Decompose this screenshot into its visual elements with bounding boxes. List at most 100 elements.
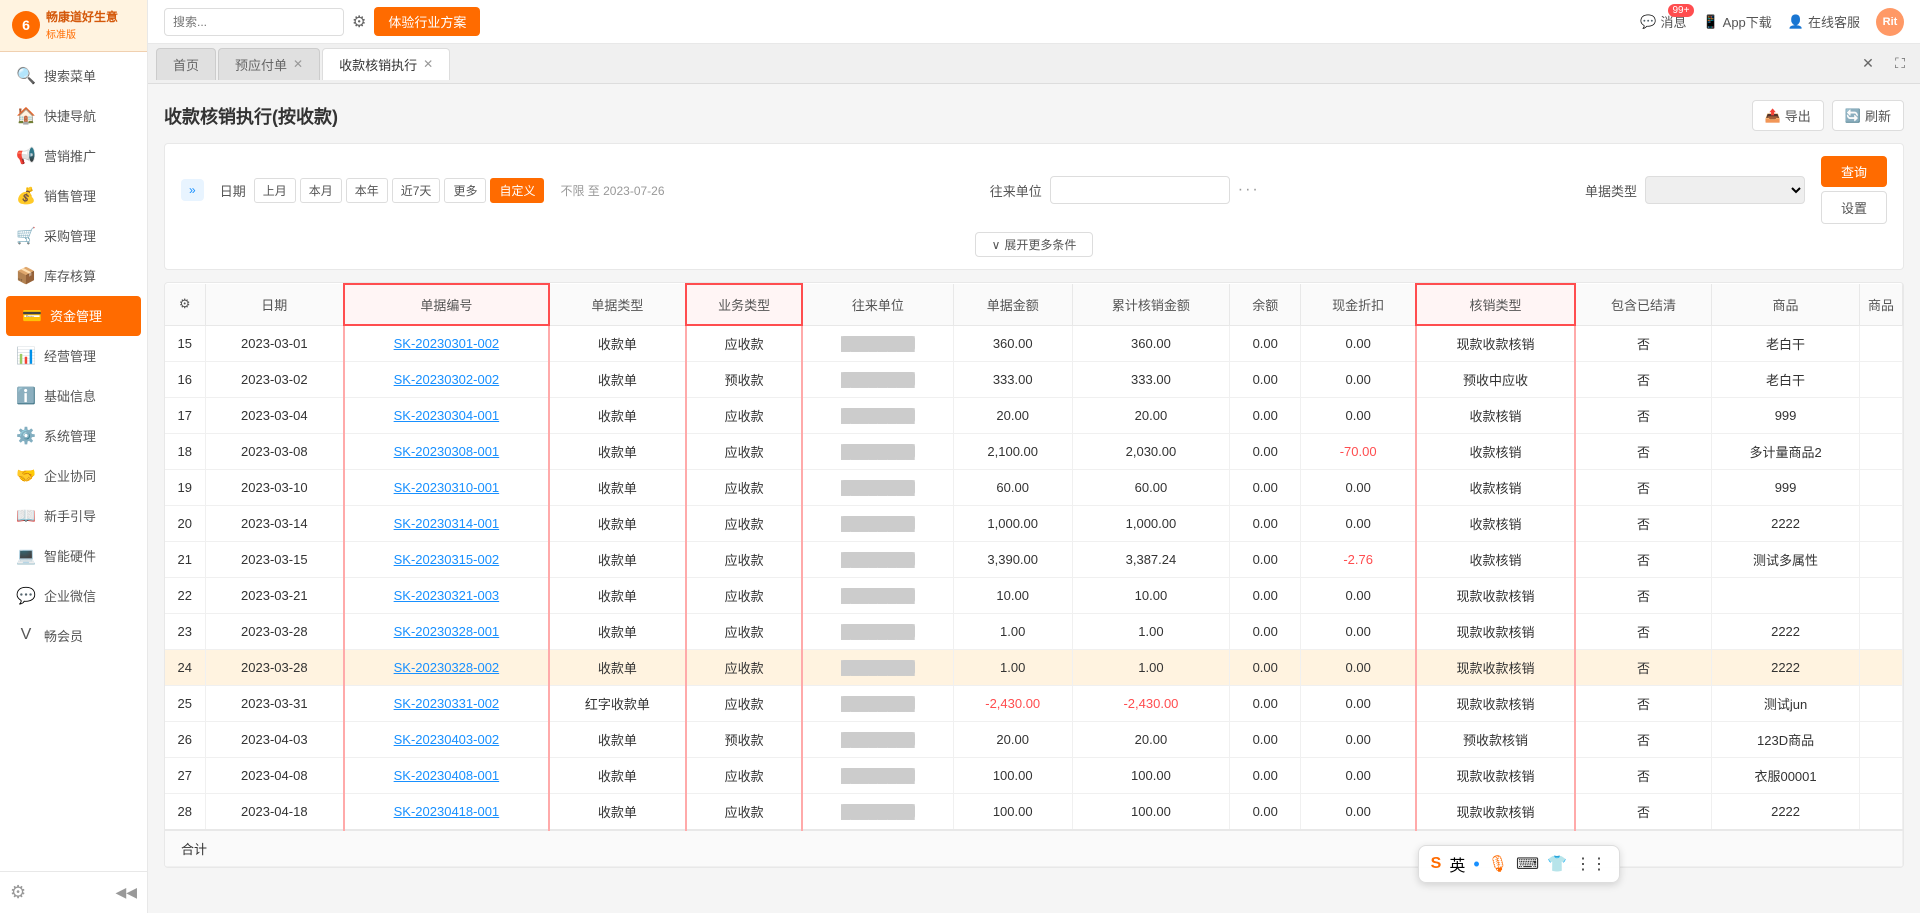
tab-close-payable[interactable]: ✕ bbox=[293, 57, 303, 71]
sidebar-item-finance[interactable]: 💳 资金管理 bbox=[6, 296, 141, 336]
table-row[interactable]: 26 2023-04-03 SK-20230403-002 收款单 预收款 ██… bbox=[165, 722, 1903, 758]
sidebar-item-quick-nav[interactable]: 🏠 快捷导航 bbox=[0, 96, 147, 136]
cell-goods2 bbox=[1859, 758, 1902, 794]
sidebar-item-hardware[interactable]: 💻 智能硬件 bbox=[0, 536, 147, 576]
table-row[interactable]: 24 2023-03-28 SK-20230328-002 收款单 应收款 ██… bbox=[165, 650, 1903, 686]
floating-icon5[interactable]: 👕 bbox=[1547, 854, 1567, 874]
online-service-label: 在线客服 bbox=[1808, 12, 1860, 31]
filter-partner-input[interactable] bbox=[1050, 176, 1230, 204]
export-button[interactable]: 📤 导出 bbox=[1752, 100, 1824, 131]
topbar-settings-icon[interactable]: ⚙ bbox=[352, 12, 366, 32]
sidebar-item-marketing[interactable]: 📢 营销推广 bbox=[0, 136, 147, 176]
docno-link[interactable]: SK-20230328-002 bbox=[394, 660, 500, 675]
sidebar-icon-enterprise: 🤝 bbox=[16, 466, 36, 486]
docno-link[interactable]: SK-20230310-001 bbox=[394, 480, 500, 495]
floating-icon4[interactable]: ⌨ bbox=[1516, 854, 1539, 874]
table-row[interactable]: 22 2023-03-21 SK-20230321-003 收款单 应收款 ██… bbox=[165, 578, 1903, 614]
filter-query-button[interactable]: 查询 bbox=[1821, 156, 1887, 187]
cell-no: 25 bbox=[165, 686, 205, 722]
sidebar-item-system[interactable]: ⚙️ 系统管理 bbox=[0, 416, 147, 456]
table-row[interactable]: 15 2023-03-01 SK-20230301-002 收款单 应收款 ██… bbox=[165, 325, 1903, 362]
docno-link[interactable]: SK-20230302-002 bbox=[394, 372, 500, 387]
solution-button[interactable]: 体验行业方案 bbox=[374, 7, 480, 36]
refresh-button[interactable]: 🔄 刷新 bbox=[1832, 100, 1904, 131]
floating-icon2[interactable]: • bbox=[1473, 854, 1479, 875]
docno-link[interactable]: SK-20230308-001 bbox=[394, 444, 500, 459]
table-row[interactable]: 27 2023-04-08 SK-20230408-001 收款单 应收款 ██… bbox=[165, 758, 1903, 794]
col-header-canceltype: 核销类型 bbox=[1416, 284, 1575, 325]
tab-home[interactable]: 首页 bbox=[156, 48, 216, 80]
cell-amount: 2,100.00 bbox=[953, 434, 1072, 470]
cell-goods1: 999 bbox=[1712, 398, 1860, 434]
docno-link[interactable]: SK-20230331-002 bbox=[394, 696, 500, 711]
col-header-settings[interactable]: ⚙ bbox=[165, 284, 205, 325]
table-row[interactable]: 25 2023-03-31 SK-20230331-002 红字收款单 应收款 … bbox=[165, 686, 1903, 722]
filter-date-more[interactable]: 更多 bbox=[444, 178, 486, 203]
sidebar-settings-icon[interactable]: ⚙ bbox=[10, 882, 26, 903]
table-row[interactable]: 28 2023-04-18 SK-20230418-001 收款单 应收款 ██… bbox=[165, 794, 1903, 831]
docno-link[interactable]: SK-20230304-001 bbox=[394, 408, 500, 423]
online-service-item[interactable]: 👤 在线客服 bbox=[1788, 12, 1860, 31]
docno-link[interactable]: SK-20230315-002 bbox=[394, 552, 500, 567]
sidebar-icon-inventory: 📦 bbox=[16, 266, 36, 286]
cell-discount: 0.00 bbox=[1301, 578, 1416, 614]
sidebar-item-sales[interactable]: 💰 销售管理 bbox=[0, 176, 147, 216]
filter-expand-button[interactable]: » bbox=[181, 179, 204, 201]
sidebar-item-purchase[interactable]: 🛒 采购管理 bbox=[0, 216, 147, 256]
filter-date-this-month[interactable]: 本月 bbox=[300, 178, 342, 203]
docno-link[interactable]: SK-20230418-001 bbox=[394, 804, 500, 819]
messages-item[interactable]: 💬 消息 99+ bbox=[1640, 12, 1686, 31]
cell-goods2 bbox=[1859, 686, 1902, 722]
cell-amount: 20.00 bbox=[953, 722, 1072, 758]
table-row[interactable]: 20 2023-03-14 SK-20230314-001 收款单 应收款 ██… bbox=[165, 506, 1903, 542]
sidebar-item-inventory[interactable]: 📦 库存核算 bbox=[0, 256, 147, 296]
expand-more-button[interactable]: ∨ 展开更多条件 bbox=[975, 232, 1094, 257]
col-header-docno: 单据编号 bbox=[344, 284, 549, 325]
filter-date-custom[interactable]: 自定义 bbox=[490, 178, 544, 203]
sidebar-collapse-icon[interactable]: ◀◀ bbox=[115, 884, 137, 901]
filter-doctype-select[interactable] bbox=[1645, 176, 1805, 204]
docno-link[interactable]: SK-20230403-002 bbox=[394, 732, 500, 747]
floating-icon3[interactable]: 🎙 bbox=[1488, 854, 1508, 874]
tab-collection[interactable]: 收款核销执行 ✕ bbox=[322, 48, 450, 80]
tab-label-payable: 预应付单 bbox=[235, 55, 287, 74]
tab-payable[interactable]: 预应付单 ✕ bbox=[218, 48, 320, 80]
tab-close-all-btn[interactable]: ✕ bbox=[1856, 52, 1880, 76]
filter-date-7days[interactable]: 近7天 bbox=[392, 178, 441, 203]
cell-date: 2023-04-03 bbox=[205, 722, 344, 758]
table-row[interactable]: 21 2023-03-15 SK-20230315-002 收款单 应收款 ██… bbox=[165, 542, 1903, 578]
sidebar-item-guide[interactable]: 📖 新手引导 bbox=[0, 496, 147, 536]
filter-date-this-year[interactable]: 本年 bbox=[346, 178, 388, 203]
topbar-search-input[interactable] bbox=[164, 8, 344, 36]
tab-close-collection[interactable]: ✕ bbox=[423, 57, 433, 71]
sidebar-item-vip[interactable]: V 畅会员 bbox=[0, 616, 147, 655]
table-row[interactable]: 16 2023-03-02 SK-20230302-002 收款单 预收款 ██… bbox=[165, 362, 1903, 398]
cell-date: 2023-03-28 bbox=[205, 614, 344, 650]
sidebar-item-enterprise[interactable]: 🤝 企业协同 bbox=[0, 456, 147, 496]
sidebar-item-operations[interactable]: 📊 经营管理 bbox=[0, 336, 147, 376]
docno-link[interactable]: SK-20230321-003 bbox=[394, 588, 500, 603]
docno-link[interactable]: SK-20230408-001 bbox=[394, 768, 500, 783]
app-download-item[interactable]: 📱 App下载 bbox=[1702, 12, 1771, 31]
sidebar-item-basic[interactable]: ℹ️ 基础信息 bbox=[0, 376, 147, 416]
cell-settled: 否 bbox=[1575, 650, 1712, 686]
tab-maximize-btn[interactable]: ⛶ bbox=[1888, 52, 1912, 76]
docno-link[interactable]: SK-20230301-002 bbox=[394, 336, 500, 351]
filter-settings-button[interactable]: 设置 bbox=[1821, 191, 1887, 224]
sidebar-item-search[interactable]: 🔍 搜索菜单 bbox=[0, 56, 147, 96]
floating-icon6[interactable]: ⋮⋮ bbox=[1575, 854, 1607, 874]
table-row[interactable]: 17 2023-03-04 SK-20230304-001 收款单 应收款 ██… bbox=[165, 398, 1903, 434]
cell-canceltype: 现款收款核销 bbox=[1416, 686, 1575, 722]
docno-link[interactable]: SK-20230328-001 bbox=[394, 624, 500, 639]
sidebar-icon-marketing: 📢 bbox=[16, 146, 36, 166]
cell-doctype: 收款单 bbox=[549, 325, 686, 362]
sidebar-item-wechat[interactable]: 💬 企业微信 bbox=[0, 576, 147, 616]
cell-goods1: 2222 bbox=[1712, 650, 1860, 686]
table-row[interactable]: 18 2023-03-08 SK-20230308-001 收款单 应收款 ██… bbox=[165, 434, 1903, 470]
table-row[interactable]: 23 2023-03-28 SK-20230328-001 收款单 应收款 ██… bbox=[165, 614, 1903, 650]
user-avatar[interactable]: Rit bbox=[1876, 8, 1904, 36]
table-row[interactable]: 19 2023-03-10 SK-20230310-001 收款单 应收款 ██… bbox=[165, 470, 1903, 506]
filter-date-last-month[interactable]: 上月 bbox=[254, 178, 296, 203]
floating-icon1[interactable]: 英 bbox=[1449, 852, 1465, 876]
docno-link[interactable]: SK-20230314-001 bbox=[394, 516, 500, 531]
